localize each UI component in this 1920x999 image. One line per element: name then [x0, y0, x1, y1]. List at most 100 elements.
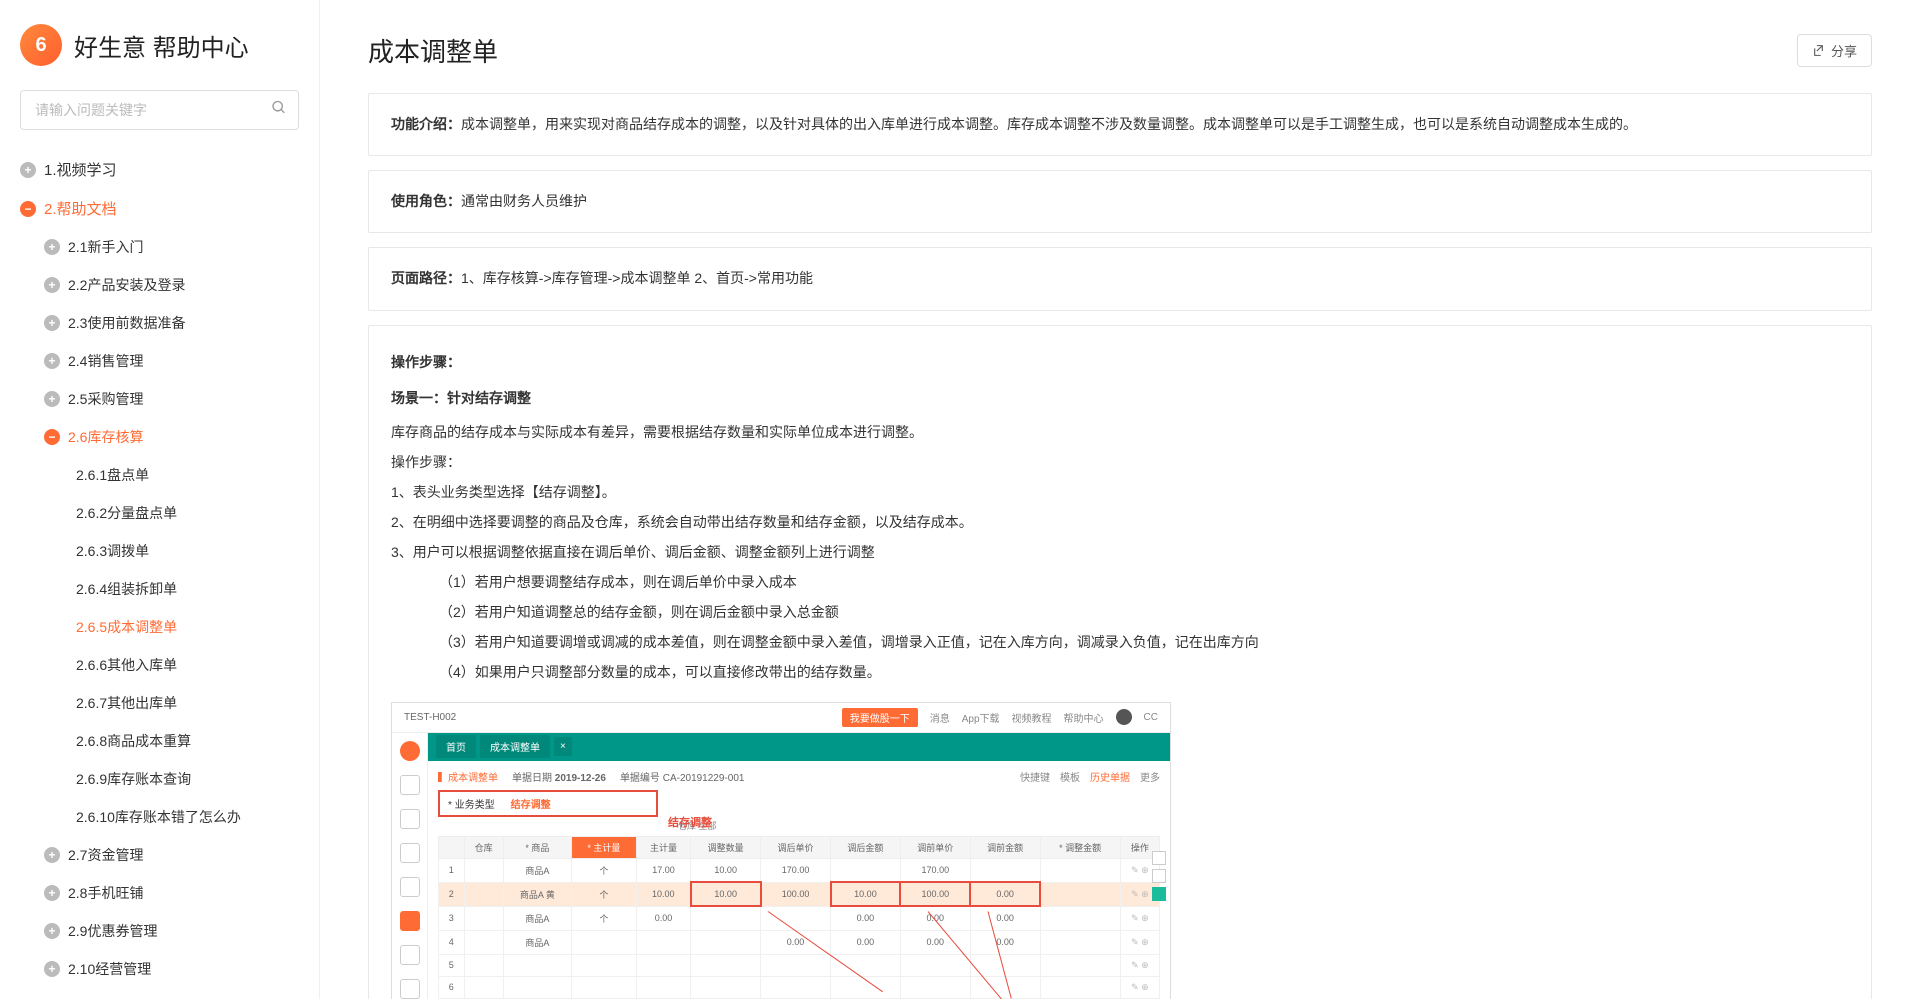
ss-filter-value: 结存调整 — [511, 796, 551, 811]
ss-nav-icon — [400, 877, 420, 897]
ss-crumb: 成本调整单 — [448, 773, 498, 784]
ss-msg-icon: 消息 — [930, 710, 950, 725]
ss-user: CC — [1144, 712, 1158, 723]
ss-quick: 快捷键 — [1020, 769, 1050, 784]
nav-label: 2.3使用前数据准备 — [68, 313, 185, 333]
collapse-icon: − — [20, 201, 36, 217]
nav-item[interactable]: +2.11打印设置 — [20, 988, 299, 999]
nav-item[interactable]: −2.6库存核算 — [20, 418, 299, 456]
nav-item[interactable]: 2.6.3调拨单 — [20, 532, 299, 570]
ss-tpl: 模板 — [1060, 769, 1080, 784]
expand-icon: + — [44, 239, 60, 255]
ss-tab-close-icon: × — [554, 737, 572, 756]
logo-text: 好生意 帮助中心 — [74, 28, 249, 63]
nav-label: 2.2产品安装及登录 — [68, 275, 185, 295]
path-label: 页面路径： — [391, 270, 461, 286]
ss-tool-icon — [1152, 851, 1166, 865]
ss-tab-cost: 成本调整单 — [480, 735, 550, 758]
nav-item[interactable]: 2.6.9库存账本查询 — [20, 760, 299, 798]
logo: 6 好生意 帮助中心 — [20, 24, 299, 66]
nav-item[interactable]: 2.6.10库存账本错了怎么办 — [20, 798, 299, 836]
nav-item[interactable]: +2.9优惠券管理 — [20, 912, 299, 950]
nav-label: 2.6.7其他出库单 — [76, 693, 177, 713]
nav-label: 2.6.5成本调整单 — [76, 617, 177, 637]
intro-label: 功能介绍： — [391, 116, 461, 132]
nav-item[interactable]: +2.5采购管理 — [20, 380, 299, 418]
path-text: 1、库存核算->库存管理->成本调整单 2、首页->常用功能 — [461, 270, 813, 286]
content-box: 操作步骤： 场景一：针对结存调整 库存商品的结存成本与实际成本有差异，需要根据结… — [368, 325, 1872, 999]
nav-label: 2.10经营管理 — [68, 959, 151, 979]
expand-icon: + — [44, 391, 60, 407]
ss-table: 仓库* 商品* 主计量主计量调整数量调后单价调后金额调前单价调前金额* 调整金额… — [438, 836, 1160, 999]
expand-icon: + — [44, 885, 60, 901]
ss-filter-box: * 业务类型 结存调整 — [438, 790, 658, 817]
nav-item[interactable]: −2.帮助文档 — [20, 189, 299, 228]
expand-icon: + — [20, 162, 36, 178]
page-title: 成本调整单 — [368, 32, 498, 69]
nav-item[interactable]: +1.视频学习 — [20, 150, 299, 189]
nav-item[interactable]: 2.6.7其他出库单 — [20, 684, 299, 722]
nav-label: 2.6.4组装拆卸单 — [76, 579, 177, 599]
step-3c: （3）若用户知道要调增或调减的成本差值，则在调整金额中录入差值，调增录入正值，记… — [391, 628, 1849, 656]
ss-date: 2019-12-26 — [555, 773, 606, 784]
ss-tool-icon — [1152, 887, 1166, 901]
sidebar: 6 好生意 帮助中心 +1.视频学习−2.帮助文档+2.1新手入门+2.2产品安… — [0, 0, 320, 999]
share-button[interactable]: 分享 — [1797, 34, 1872, 67]
nav-label: 2.7资金管理 — [68, 845, 143, 865]
nav-label: 2.6库存核算 — [68, 427, 143, 447]
ss-nav-icon — [400, 843, 420, 863]
nav-label: 2.6.8商品成本重算 — [76, 731, 191, 751]
expand-icon: + — [44, 923, 60, 939]
ss-logo-icon — [400, 741, 420, 761]
nav-label: 1.视频学习 — [44, 159, 117, 180]
nav-label: 2.6.1盘点单 — [76, 465, 149, 485]
logo-icon: 6 — [20, 24, 62, 66]
ss-avatar — [1116, 709, 1132, 725]
step-3b: （2）若用户知道调整总的结存金额，则在调后金额中录入总金额 — [391, 598, 1849, 626]
expand-icon: + — [44, 353, 60, 369]
ss-code: CA-20191229-001 — [663, 773, 745, 784]
nav-item[interactable]: +2.8手机旺铺 — [20, 874, 299, 912]
role-label: 使用角色： — [391, 193, 461, 209]
ss-tabs: 首页 成本调整单 × — [428, 733, 1170, 761]
ss-top-button: 我要做股一下 — [842, 708, 918, 727]
nav-label: 2.6.2分量盘点单 — [76, 503, 177, 523]
ss-nav-icon — [400, 945, 420, 965]
scene-desc: 库存商品的结存成本与实际成本有差异，需要根据结存数量和实际单位成本进行调整。 — [391, 418, 1849, 446]
ss-history: 历史单据 — [1090, 769, 1130, 784]
nav-item[interactable]: 2.6.5成本调整单 — [20, 608, 299, 646]
ss-tenant: TEST-H002 — [404, 712, 456, 723]
step-2: 2、在明细中选择要调整的商品及仓库，系统会自动带出结存数量和结存金额，以及结存成… — [391, 508, 1849, 536]
nav-item[interactable]: 2.6.8商品成本重算 — [20, 722, 299, 760]
ss-code-label: 单据编号 — [620, 773, 660, 784]
nav-item[interactable]: +2.10经营管理 — [20, 950, 299, 988]
nav-label: 2.5采购管理 — [68, 389, 143, 409]
ss-app-icon: App下载 — [962, 710, 1000, 725]
ss-nav-icon — [400, 775, 420, 795]
steps-sub: 操作步骤： — [391, 448, 1849, 476]
search-icon[interactable] — [271, 100, 287, 121]
nav-item[interactable]: +2.1新手入门 — [20, 228, 299, 266]
step-3a: （1）若用户想要调整结存成本，则在调后单价中录入成本 — [391, 568, 1849, 596]
ss-nav-icon-active — [400, 911, 420, 931]
role-box: 使用角色：通常由财务人员维护 — [368, 170, 1872, 233]
nav-item[interactable]: +2.2产品安装及登录 — [20, 266, 299, 304]
nav-item[interactable]: 2.6.4组装拆卸单 — [20, 570, 299, 608]
nav-item[interactable]: +2.7资金管理 — [20, 836, 299, 874]
main-content: 成本调整单 分享 功能介绍：成本调整单，用来实现对商品结存成本的调整，以及针对具… — [320, 0, 1920, 999]
ss-date-label: 单据日期 — [512, 773, 552, 784]
nav-item[interactable]: +2.3使用前数据准备 — [20, 304, 299, 342]
nav-item[interactable]: 2.6.6其他入库单 — [20, 646, 299, 684]
nav-label: 2.8手机旺铺 — [68, 883, 143, 903]
step-3: 3、用户可以根据调整依据直接在调后单价、调后金额、调整金额列上进行调整 — [391, 538, 1849, 566]
ss-more: 更多 — [1140, 769, 1160, 784]
expand-icon: + — [44, 277, 60, 293]
search-input[interactable] — [20, 90, 299, 130]
expand-icon: + — [44, 847, 60, 863]
steps-heading: 操作步骤： — [391, 348, 1849, 376]
nav-item[interactable]: 2.6.1盘点单 — [20, 456, 299, 494]
nav-item[interactable]: 2.6.2分量盘点单 — [20, 494, 299, 532]
path-box: 页面路径：1、库存核算->库存管理->成本调整单 2、首页->常用功能 — [368, 247, 1872, 310]
nav-item[interactable]: +2.4销售管理 — [20, 342, 299, 380]
nav-label: 2.6.9库存账本查询 — [76, 769, 191, 789]
